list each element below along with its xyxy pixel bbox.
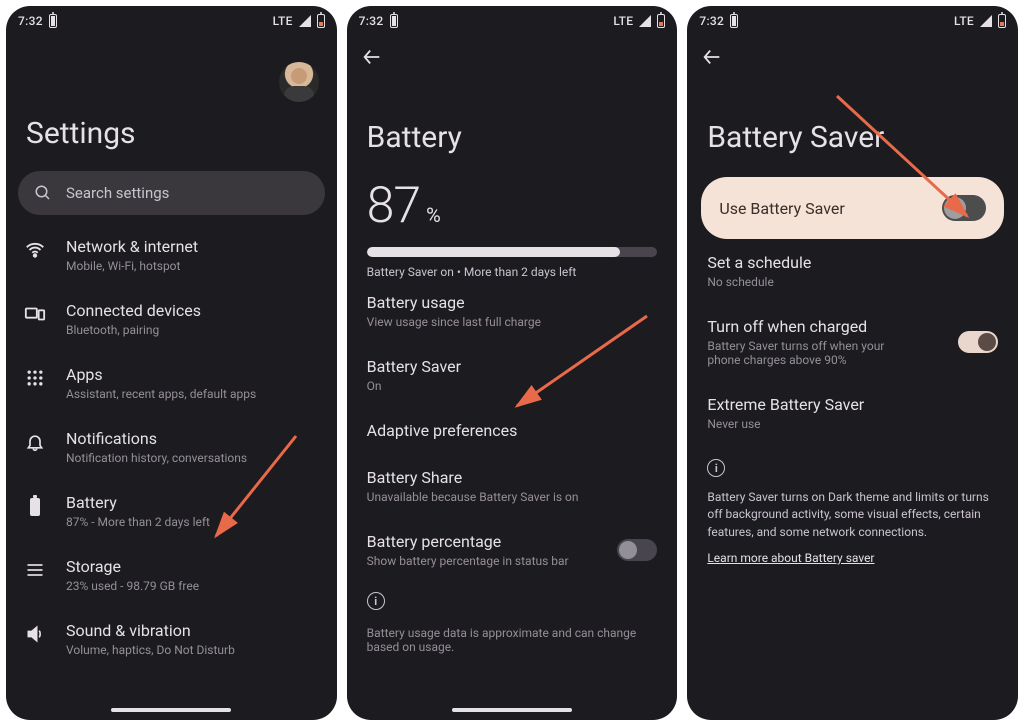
devices-icon [24,303,46,325]
battery-status-text: Battery Saver on • More than 2 days left [347,265,678,279]
item-adaptive-preferences[interactable]: Adaptive preferences [347,407,678,454]
phone-battery-saver: 7:32 LTE Battery Saver Use Battery Saver… [687,6,1018,720]
percent-value: 87 [367,177,420,235]
item-extreme-saver[interactable]: Extreme Battery Saver Never use [687,381,1018,445]
status-bar: 7:32 LTE [347,6,678,32]
back-button[interactable] [701,46,723,68]
search-input[interactable]: Search settings [18,171,325,215]
signal-icon [299,15,311,27]
sound-icon [24,623,46,645]
info-icon: i [367,592,385,610]
battery-icon [24,495,46,517]
battery-icon-left [730,14,738,28]
item-battery-share[interactable]: Battery Share Unavailable because Batter… [347,454,678,518]
bell-icon [24,431,46,453]
profile-avatar[interactable] [279,62,319,102]
battery-percentage-toggle[interactable] [617,539,657,561]
info-icon: i [707,459,725,477]
search-icon [34,184,52,202]
battery-icon-left [49,14,57,28]
use-battery-saver-card[interactable]: Use Battery Saver [701,177,1004,239]
status-time: 7:32 [699,14,724,28]
item-turn-off-charged[interactable]: Turn off when charged Battery Saver turn… [687,303,1018,381]
apps-icon [24,367,46,389]
saver-description: Battery Saver turns on Dark theme and li… [687,481,1018,541]
use-battery-saver-toggle[interactable] [942,195,986,221]
item-sound[interactable]: Sound & vibrationVolume, haptics, Do Not… [6,607,337,671]
battery-icon-right [998,14,1006,28]
page-title: Battery [347,72,678,177]
status-network-text: LTE [273,14,293,28]
nav-bar[interactable] [111,708,231,712]
status-network-text: LTE [954,14,974,28]
phone-battery: 7:32 LTE Battery 87 % Battery Saver on •… [347,6,678,720]
page-title: Battery Saver [687,72,1018,177]
status-time: 7:32 [18,14,43,28]
storage-icon [24,559,46,581]
item-battery-percentage[interactable]: Battery percentage Show battery percenta… [347,518,678,582]
status-bar: 7:32 LTE [6,6,337,32]
item-battery-usage[interactable]: Battery usage View usage since last full… [347,279,678,343]
item-battery-saver[interactable]: Battery Saver On [347,343,678,407]
item-storage[interactable]: Storage23% used - 98.79 GB free [6,543,337,607]
status-bar: 7:32 LTE [687,6,1018,32]
item-apps[interactable]: AppsAssistant, recent apps, default apps [6,351,337,415]
status-network-text: LTE [613,14,633,28]
item-set-schedule[interactable]: Set a schedule No schedule [687,239,1018,303]
battery-footnote-text: Battery usage data is approximate and ca… [347,620,678,660]
battery-icon-right [317,14,325,28]
search-placeholder: Search settings [66,184,169,202]
back-button[interactable] [361,46,383,68]
item-battery[interactable]: Battery87% - More than 2 days left [6,479,337,543]
battery-icon-left [390,14,398,28]
wifi-icon [24,239,46,261]
battery-icon-right [657,14,665,28]
nav-bar[interactable] [452,708,572,712]
settings-list: Network & internetMobile, Wi-Fi, hotspot… [6,215,337,671]
battery-footnote: i [347,582,678,620]
page-title: Settings [6,102,337,171]
learn-more-link[interactable]: Learn more about Battery saver [687,541,1018,565]
status-time: 7:32 [359,14,384,28]
percent-symbol: % [426,203,441,227]
signal-icon [639,15,651,27]
turn-off-charged-toggle[interactable] [958,331,998,353]
item-notifications[interactable]: NotificationsNotification history, conve… [6,415,337,479]
battery-percent: 87 % [347,177,678,243]
item-connected-devices[interactable]: Connected devicesBluetooth, pairing [6,287,337,351]
phone-settings: 7:32 LTE Settings Search settings Networ… [6,6,337,720]
item-network[interactable]: Network & internetMobile, Wi-Fi, hotspot [6,223,337,287]
battery-progress-bar [367,247,658,257]
signal-icon [980,15,992,27]
use-battery-saver-label: Use Battery Saver [719,199,844,218]
